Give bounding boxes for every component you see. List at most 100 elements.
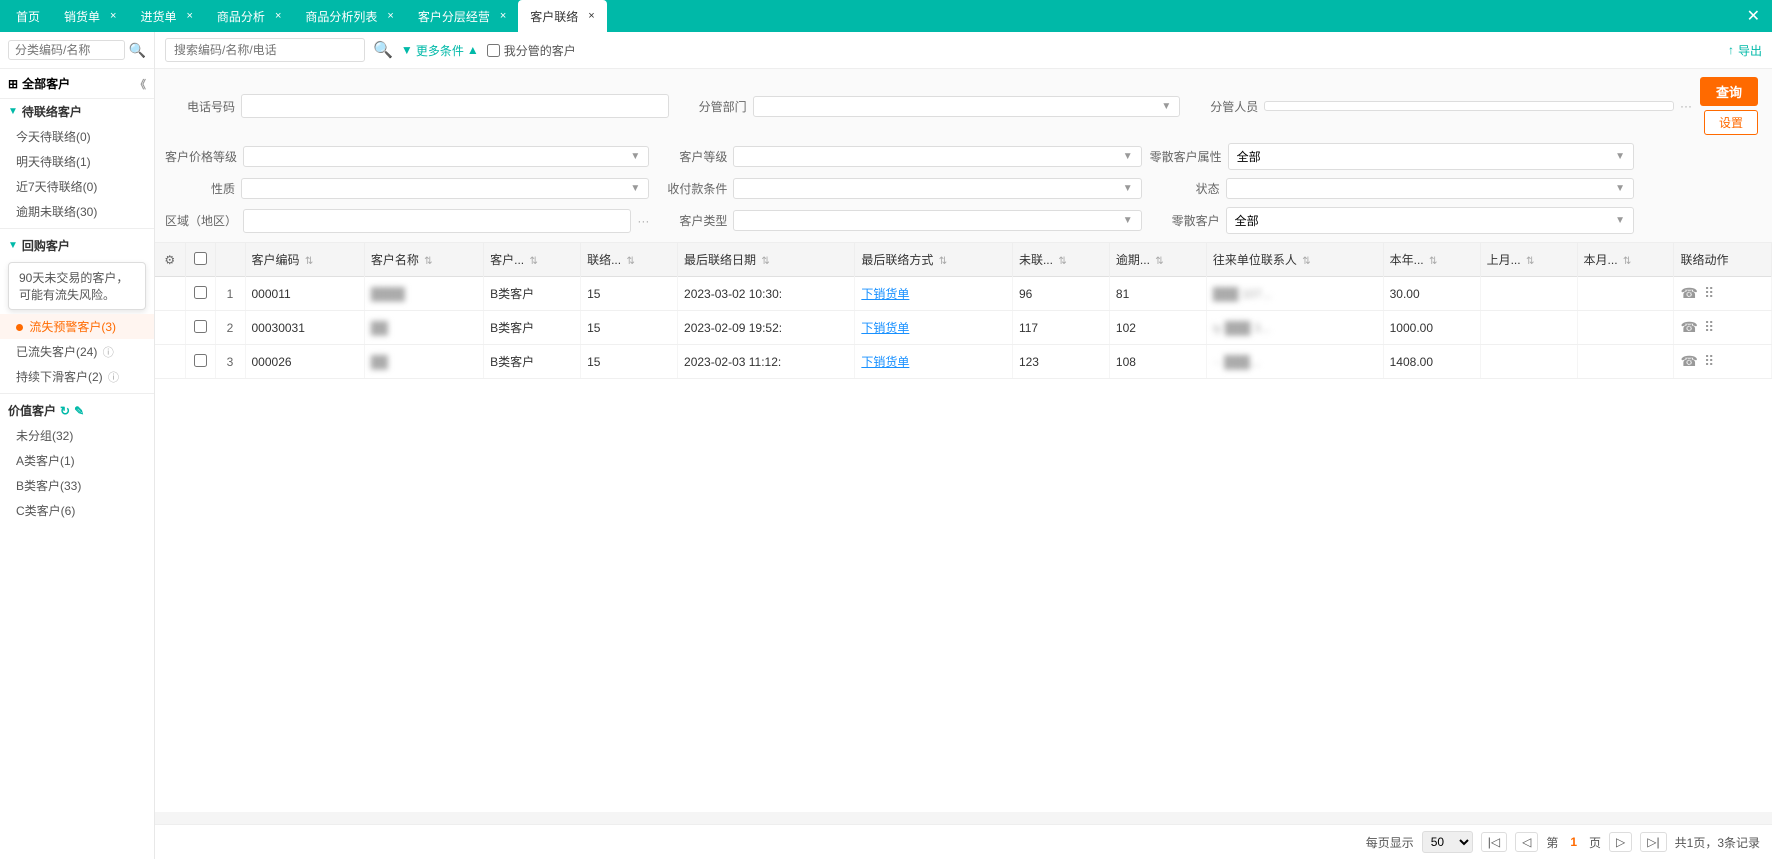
nature-select[interactable]: ▼ [241,178,649,199]
first-page-button[interactable]: |◁ [1481,832,1507,852]
sidebar-item-today[interactable]: 今天待联络(0) [0,124,154,149]
query-button[interactable]: 查询 [1700,77,1758,106]
refresh-icon[interactable]: ↻ [60,404,70,418]
my-customers-checkbox-label[interactable]: 我分管的客户 [487,42,576,59]
page-size-select[interactable]: 50 100 [1422,831,1473,853]
last-page-button[interactable]: ▷| [1640,832,1666,852]
close-tab-purchase[interactable]: × [186,10,192,22]
zero-sale-select[interactable]: 全部 ▼ [1226,207,1634,234]
price-grade-select[interactable]: ▼ [243,146,649,167]
tab-purchase[interactable]: 进货单 × [128,0,204,32]
tab-customer-segment[interactable]: 客户分层经营 × [406,0,518,32]
row-checkbox-2[interactable] [194,354,207,367]
th-name[interactable]: 客户名称 ⇅ [364,243,483,277]
more-conditions-button[interactable]: ▼ 更多条件 ▲ [401,42,479,59]
action-more-icon[interactable]: ⠿ [1704,285,1714,302]
sidebar-search-icon[interactable]: 🔍 [129,42,146,59]
th-last-contact-date[interactable]: 最后联络日期 ⇅ [678,243,855,277]
manager-select[interactable] [1264,101,1674,111]
manager-more-icon[interactable]: ··· [1680,99,1692,113]
adv-filter-row-1: 电话号码 分管部门 ▼ 分管人员 ··· [165,77,1762,135]
tab-sales[interactable]: 销货单 × [52,0,128,32]
row-unit-contact-cell: iy ███ 3... [1206,311,1383,345]
sidebar-group-value[interactable]: 价值客户 ↻ ✎ [0,398,154,423]
sidebar-item-continue-down[interactable]: 持续下滑客户(2) ⓘ [0,364,154,389]
action-more-icon[interactable]: ⠿ [1704,353,1714,370]
close-tab-sales[interactable]: × [110,10,116,22]
close-tab-analysis-list[interactable]: × [387,10,393,22]
close-tab-analysis[interactable]: × [275,10,281,22]
th-customer-type[interactable]: 客户... ⇅ [484,243,581,277]
th-last-contact-method[interactable]: 最后联络方式 ⇅ [855,243,1013,277]
sidebar-group-pending[interactable]: ▼ 待联络客户 [0,99,154,124]
method-link[interactable]: 下销货单 [861,287,909,301]
row-type-cell: B类客户 [484,311,581,345]
export-button[interactable]: ↑ 导出 [1728,42,1762,59]
action-more-icon[interactable]: ⠿ [1704,319,1714,336]
customer-grade-select[interactable]: ▼ [733,146,1141,167]
window-close-btn[interactable]: ✕ [1739,6,1768,26]
horizontal-scrollbar[interactable] [155,812,1772,824]
tab-customer-contact[interactable]: 客户联络 × [518,0,606,32]
tab-home[interactable]: 首页 [4,0,52,32]
sidebar-search-input[interactable] [8,40,125,60]
region-more-icon[interactable]: ··· [637,214,649,228]
th-contact[interactable]: 联络... ⇅ [581,243,678,277]
th-unit-contact[interactable]: 往来单位联系人 ⇅ [1206,243,1383,277]
sidebar-collapse-icon[interactable]: 《 [135,76,146,92]
status-select[interactable]: ▼ [1226,178,1634,199]
th-code[interactable]: 客户编码 ⇅ [245,243,364,277]
dept-select[interactable]: ▼ [753,96,1181,117]
sidebar-item-a-class[interactable]: A类客户(1) [0,448,154,473]
table-gear-icon[interactable]: ⚙ [164,253,175,267]
payment-select[interactable]: ▼ [733,178,1141,199]
sort-icon-uncontacted: ⇅ [1058,256,1066,267]
filter-search-input[interactable] [165,38,365,62]
sort-icon-date: ⇅ [761,256,769,267]
settings-button[interactable]: 设置 [1704,110,1758,135]
next-page-button[interactable]: ▷ [1609,832,1632,852]
sidebar-item-churn-predict[interactable]: 流失预警客户(3) [0,314,154,339]
row-checkbox-0[interactable] [194,286,207,299]
th-overdue[interactable]: 逾期... ⇅ [1109,243,1206,277]
sidebar-item-ungroup[interactable]: 未分组(32) [0,423,154,448]
sidebar-item-b-class[interactable]: B类客户(33) [0,473,154,498]
sidebar-item-tomorrow[interactable]: 明天待联络(1) [0,149,154,174]
filter-search-button[interactable]: 🔍 [373,40,393,60]
sidebar-item-already-lost[interactable]: 已流失客户(24) ⓘ [0,339,154,364]
adv-filter-dept: 分管部门 ▼ [677,96,1181,117]
prev-page-button[interactable]: ◁ [1515,832,1538,852]
row-checkbox-1[interactable] [194,320,207,333]
select-all-checkbox[interactable] [194,252,207,265]
sidebar-all-customers[interactable]: ⊞ 全部客户 《 [0,69,154,99]
region-input[interactable] [243,209,631,233]
th-this-year[interactable]: 本年... ⇅ [1383,243,1480,277]
action-contact-icon[interactable]: ☎ [1680,319,1697,336]
tab-analysis-list[interactable]: 商品分析列表 × [293,0,405,32]
th-this-month[interactable]: 本月... ⇅ [1577,243,1674,277]
sidebar-item-overdue[interactable]: 逾期未联络(30) [0,199,154,224]
method-link[interactable]: 下销货单 [861,321,909,335]
tab-analysis[interactable]: 商品分析 × [205,0,293,32]
action-contact-icon[interactable]: ☎ [1680,285,1697,302]
sidebar-group-lost[interactable]: ▼ 回购客户 [0,233,154,258]
adv-filter-row-3: 性质 ▼ 收付款条件 ▼ 状态 [165,178,1762,199]
sort-icon-type: ⇅ [529,256,537,267]
edit-icon[interactable]: ✎ [74,404,84,418]
zero-sale-attr-select[interactable]: 全部 ▼ [1228,143,1634,170]
adv-filter-status: 状态 ▼ [1150,178,1634,199]
my-customers-checkbox[interactable] [487,44,500,57]
sidebar-item-c-class[interactable]: C类客户(6) [0,498,154,523]
sidebar-item-week[interactable]: 近7天待联络(0) [0,174,154,199]
method-link[interactable]: 下销货单 [861,355,909,369]
th-last-month[interactable]: 上月... ⇅ [1480,243,1577,277]
th-num [215,243,245,277]
adv-filter-phone: 电话号码 [165,94,669,118]
row-gear-cell [155,311,185,345]
th-uncontacted[interactable]: 未联... ⇅ [1012,243,1109,277]
close-tab-customer-segment[interactable]: × [500,10,506,22]
action-contact-icon[interactable]: ☎ [1680,353,1697,370]
phone-input[interactable] [241,94,669,118]
close-tab-customer-contact[interactable]: × [588,10,594,22]
customer-type-select[interactable]: ▼ [733,210,1141,231]
